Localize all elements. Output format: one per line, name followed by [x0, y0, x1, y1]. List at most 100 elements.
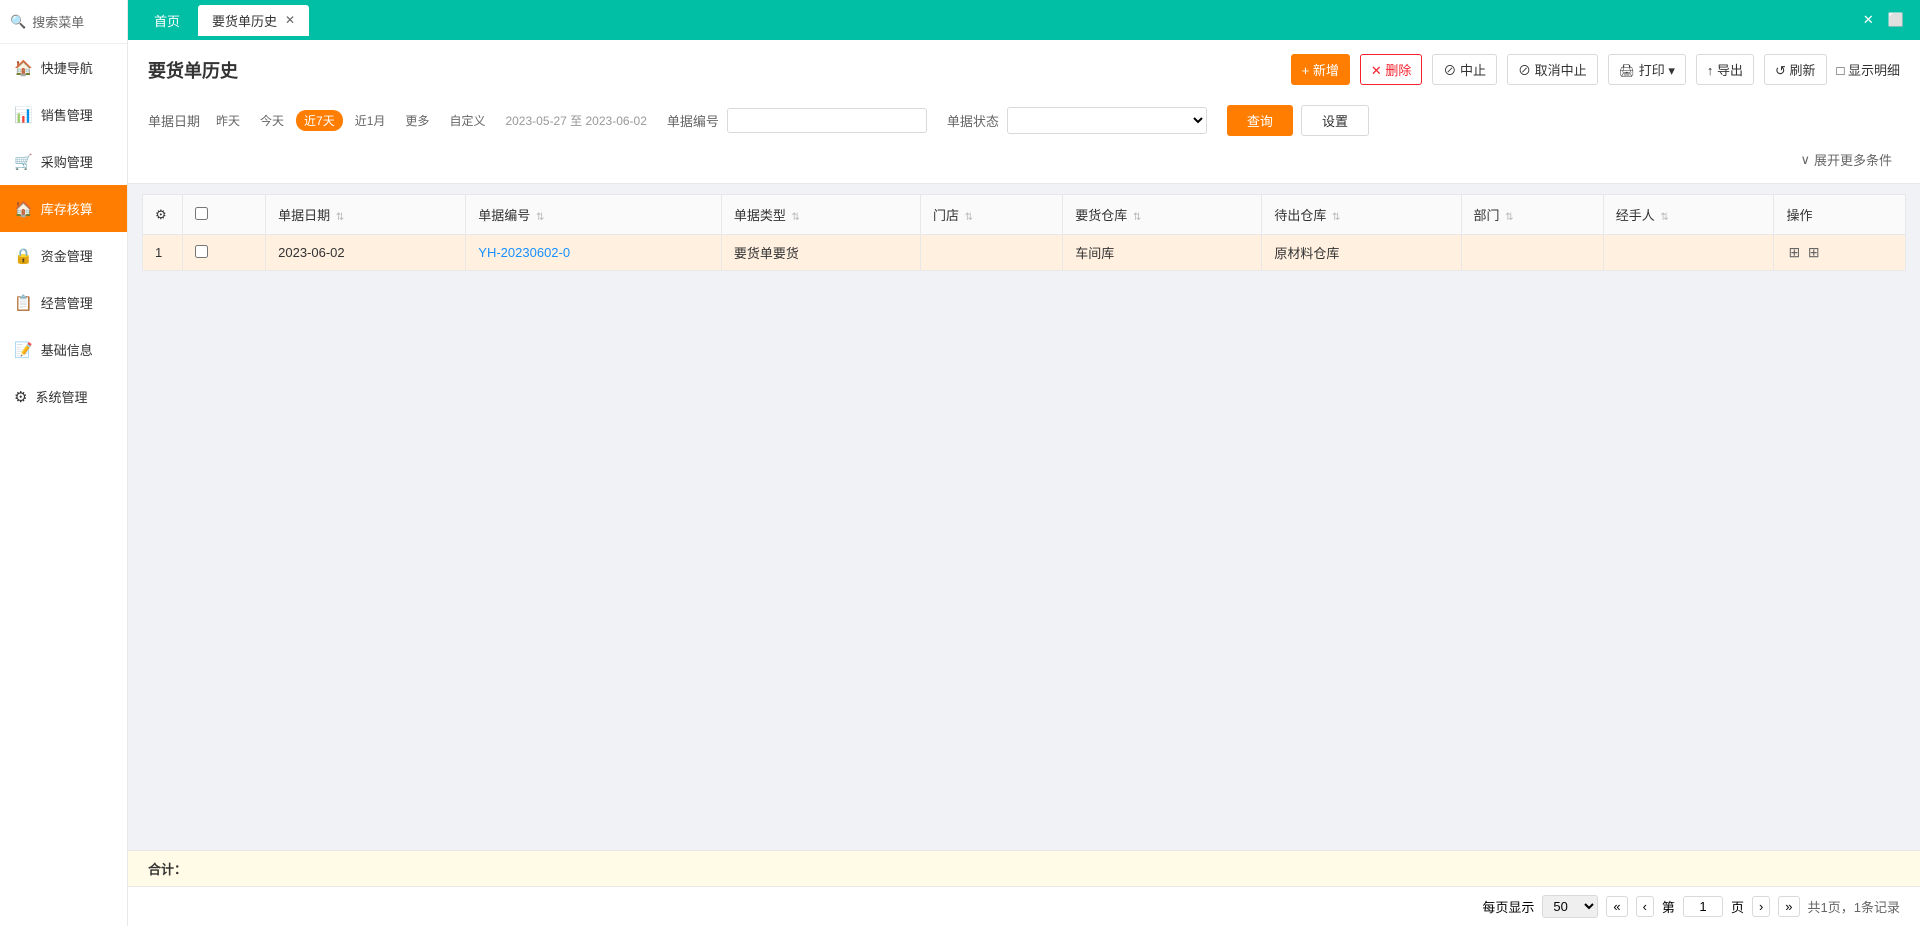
date-option-more[interactable]: 更多	[397, 110, 437, 131]
sort-handler-icon[interactable]: ⇅	[1660, 212, 1668, 223]
table-col-date: 单据日期 ⇅	[266, 195, 466, 235]
table-col-store: 门店 ⇅	[920, 195, 1062, 235]
next-page-btn[interactable]: ›	[1752, 896, 1770, 917]
tab-home[interactable]: 首页	[140, 5, 194, 36]
page-input[interactable]	[1683, 896, 1723, 917]
sidebar-item-label: 快捷导航	[41, 58, 93, 77]
sidebar-item-label: 系统管理	[35, 387, 87, 406]
table-header: ⚙ 单据日期 ⇅ 单据编号 ⇅ 单据类型 ⇅	[143, 195, 1906, 235]
row-number: YH-20230602-0	[466, 235, 722, 271]
status-label: 单据状态	[947, 111, 999, 130]
sidebar-item-operations[interactable]: 📋 经营管理	[0, 279, 127, 326]
topbar-actions: ✕ ⬜	[1859, 10, 1908, 30]
cart-icon: 🛒	[14, 153, 33, 171]
per-page-select[interactable]: 50 10 20 100	[1542, 895, 1598, 918]
sidebar-item-label: 销售管理	[41, 105, 93, 124]
sort-date-icon[interactable]: ⇅	[336, 212, 344, 223]
order-no-input[interactable]	[727, 108, 927, 133]
expand-filter-btn[interactable]: ∨ 展开更多条件	[1792, 146, 1900, 173]
cancel-stop-button[interactable]: ⊘ 取消中止	[1507, 54, 1598, 85]
sort-department-icon[interactable]: ⇅	[1505, 212, 1513, 223]
show-detail-toggle[interactable]: □ 显示明细	[1837, 60, 1900, 79]
sidebar-item-inventory[interactable]: 🏠 库存核算	[0, 185, 127, 232]
per-page-label: 每页显示	[1482, 897, 1534, 916]
table-col-action: 操作	[1774, 195, 1906, 235]
sidebar-search[interactable]: 🔍 搜索菜单	[0, 0, 127, 44]
row-edit-icon[interactable]: ⊞	[1788, 244, 1800, 260]
footer-summary: 合计：	[128, 850, 1920, 886]
clipboard-icon: 📋	[14, 294, 33, 312]
topbar: 首页 要货单历史 ✕ ✕ ⬜	[128, 0, 1920, 40]
row-number-link[interactable]: YH-20230602-0	[478, 245, 570, 260]
date-option-yesterday[interactable]: 昨天	[208, 110, 248, 131]
lock-icon: 🔒	[14, 247, 33, 265]
tab-history[interactable]: 要货单历史 ✕	[198, 5, 309, 36]
date-option-week7[interactable]: 近7天	[296, 110, 343, 131]
summary-label: 合计：	[148, 859, 187, 878]
table-row: 1 2023-06-02 YH-20230602-0 要货单要货 车间库 原材料…	[143, 235, 1906, 271]
table-col-handler: 经手人 ⇅	[1603, 195, 1774, 235]
status-select[interactable]	[1007, 107, 1207, 134]
print-button[interactable]: 🖨 打印 ▾	[1608, 54, 1686, 85]
chart-icon: 📊	[14, 106, 33, 124]
row-checkbox-cell	[183, 235, 266, 271]
sort-type-icon[interactable]: ⇅	[791, 212, 799, 223]
date-option-today[interactable]: 今天	[252, 110, 292, 131]
warehouse-icon: 🏠	[14, 200, 33, 218]
data-table: ⚙ 单据日期 ⇅ 单据编号 ⇅ 单据类型 ⇅	[142, 194, 1906, 271]
sidebar-item-label: 资金管理	[41, 246, 93, 265]
sort-number-icon[interactable]: ⇅	[536, 212, 544, 223]
sidebar-item-quick-nav[interactable]: 🏠 快捷导航	[0, 44, 127, 91]
sidebar-item-purchase[interactable]: 🛒 采购管理	[0, 138, 127, 185]
export-button[interactable]: ↑ 导出	[1696, 54, 1754, 85]
window-maximize-icon[interactable]: ⬜	[1884, 10, 1908, 30]
window-close-icon[interactable]: ✕	[1859, 10, 1878, 30]
search-icon: 🔍	[10, 14, 26, 30]
sidebar: 🔍 搜索菜单 🏠 快捷导航 📊 销售管理 🛒 采购管理 🏠 库存核算 🔒 资金管…	[0, 0, 128, 926]
date-filter-group: 单据日期 昨天 今天 近7天 近1月 更多 自定义 2023-05-27 至 2…	[148, 110, 647, 131]
first-page-btn[interactable]: «	[1606, 896, 1627, 917]
delete-button[interactable]: ✕ 删除	[1360, 54, 1423, 85]
stop-button[interactable]: ⊘ 中止	[1432, 54, 1497, 85]
date-range-display: 2023-05-27 至 2023-06-02	[505, 112, 646, 129]
sidebar-item-label: 经营管理	[41, 293, 93, 312]
sort-req-warehouse-icon[interactable]: ⇅	[1133, 212, 1141, 223]
tab-history-label: 要货单历史	[212, 11, 277, 30]
tab-home-label: 首页	[154, 11, 180, 30]
document-icon: 📝	[14, 341, 33, 359]
new-button[interactable]: + 新增	[1291, 54, 1350, 85]
date-option-month1[interactable]: 近1月	[347, 110, 394, 131]
gear-icon: ⚙	[14, 388, 27, 406]
table-settings-icon[interactable]: ⚙	[143, 195, 183, 235]
sidebar-item-finance[interactable]: 🔒 资金管理	[0, 232, 127, 279]
setting-button[interactable]: 设置	[1301, 105, 1369, 136]
row-type: 要货单要货	[721, 235, 920, 271]
sidebar-search-label: 搜索菜单	[32, 12, 84, 31]
tab-close-icon[interactable]: ✕	[285, 13, 295, 27]
sort-store-icon[interactable]: ⇅	[965, 212, 973, 223]
refresh-button[interactable]: ↺ 刷新	[1764, 54, 1827, 85]
chevron-down-icon: ∨	[1800, 152, 1810, 168]
page-label: 第	[1662, 897, 1675, 916]
row-more-icon[interactable]: ⊞	[1808, 244, 1820, 260]
date-option-custom[interactable]: 自定义	[441, 110, 493, 131]
sidebar-item-system[interactable]: ⚙ 系统管理	[0, 373, 127, 420]
row-department	[1461, 235, 1603, 271]
table-area: ⚙ 单据日期 ⇅ 单据编号 ⇅ 单据类型 ⇅	[128, 184, 1920, 850]
show-detail-label: □ 显示明细	[1837, 60, 1900, 79]
sidebar-item-basic[interactable]: 📝 基础信息	[0, 326, 127, 373]
select-all-checkbox[interactable]	[195, 207, 208, 220]
sidebar-item-sales[interactable]: 📊 销售管理	[0, 91, 127, 138]
query-button[interactable]: 查询	[1227, 105, 1293, 136]
order-no-filter-group: 单据编号	[667, 108, 927, 133]
prev-page-btn[interactable]: ‹	[1636, 896, 1654, 917]
toolbar: + 新增 ✕ 删除 ⊘ 中止 ⊘ 取消中止 🖨 打印 ▾ ↑ 导出 ↺ 刷新 □…	[1291, 54, 1900, 85]
page-title: 要货单历史	[148, 57, 238, 83]
home-icon: 🏠	[14, 59, 33, 77]
table-col-type: 单据类型 ⇅	[721, 195, 920, 235]
expand-filter-label: 展开更多条件	[1814, 150, 1892, 169]
last-page-btn[interactable]: »	[1778, 896, 1799, 917]
sidebar-item-label: 基础信息	[41, 340, 93, 359]
sort-pending-warehouse-icon[interactable]: ⇅	[1332, 212, 1340, 223]
row-checkbox[interactable]	[195, 245, 208, 258]
